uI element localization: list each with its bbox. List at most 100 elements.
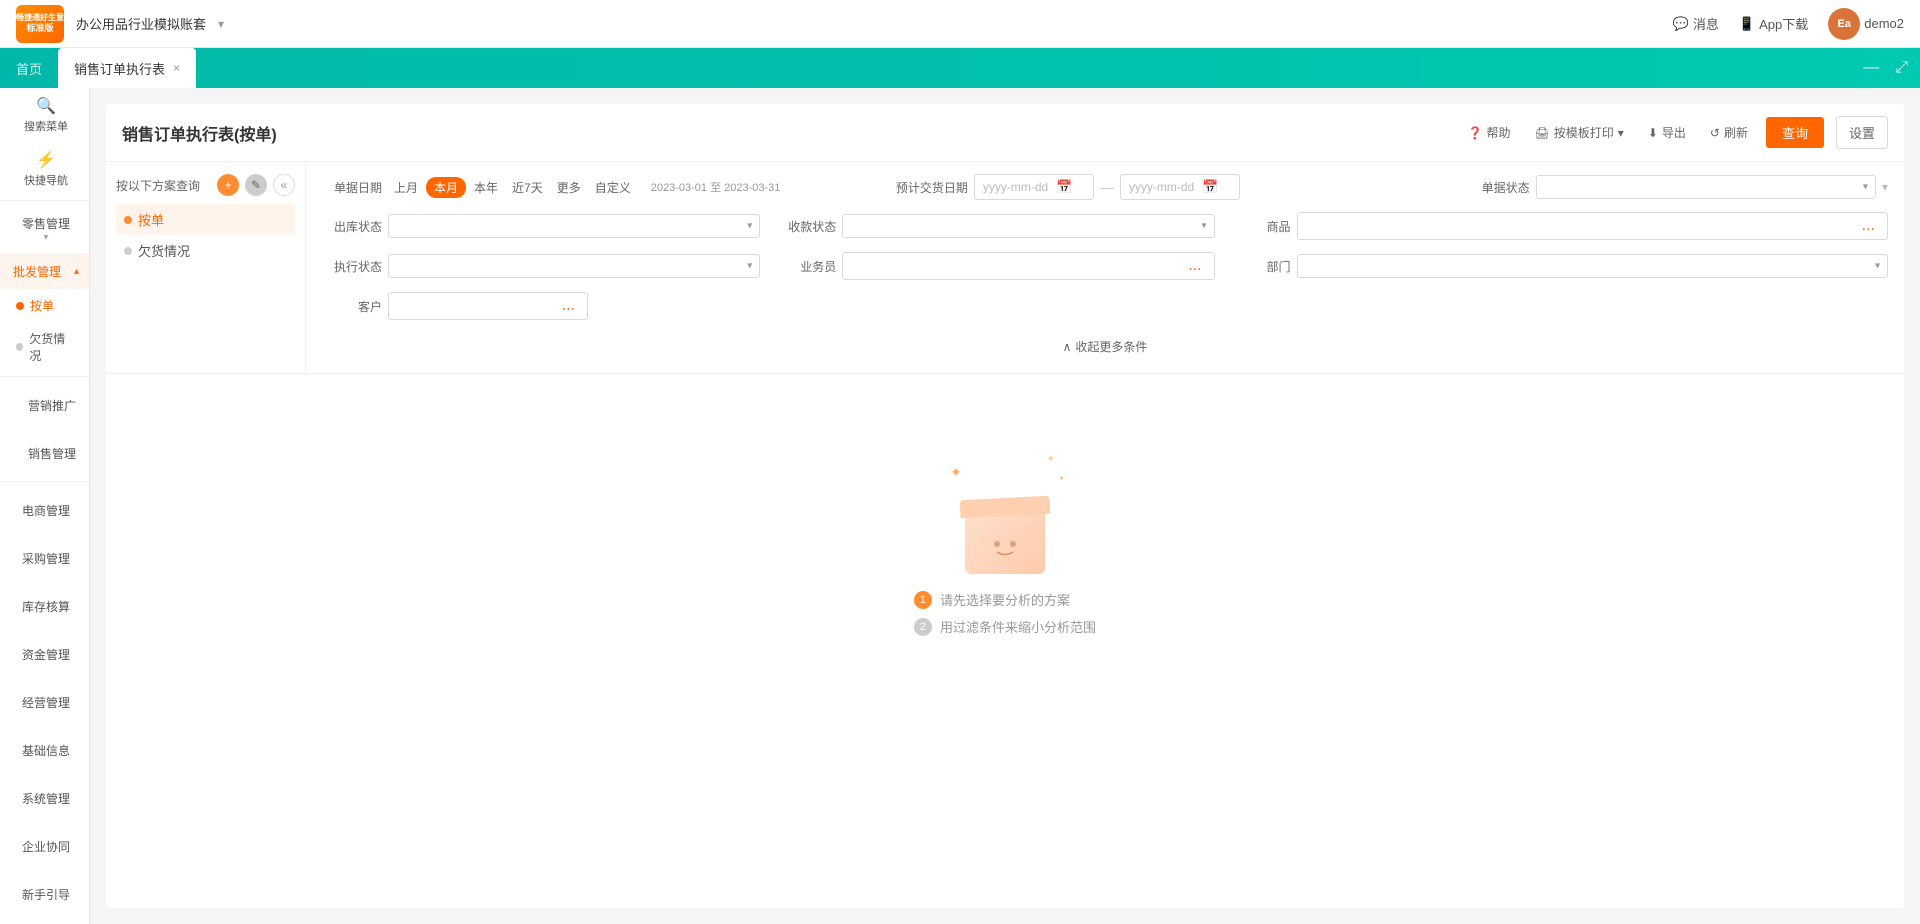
empty-box-body xyxy=(965,509,1045,574)
tab-home[interactable]: 首页 xyxy=(0,48,58,88)
goods-group: 商品 ... xyxy=(1231,212,1888,240)
app-download-btn[interactable]: 📱 App下载 xyxy=(1739,14,1808,33)
customer-input-wrapper: ... xyxy=(388,292,588,320)
sidebar-item-operation[interactable]: 经营管理 xyxy=(0,678,89,726)
date-tab-this-year[interactable]: 本年 xyxy=(468,177,504,198)
page-header: 销售订单执行表(按单) ❓ 帮助 🖨 按模板打印 ▾ ⬇ 导出 ↺ 刷新 xyxy=(106,104,1904,162)
export-btn[interactable]: ⬇ 导出 xyxy=(1642,120,1692,145)
sidebar: 🔍 搜索菜单 ⚡ 快捷导航 零售管理 ▾ 批发管理 ▴ 按单 欠货情况 营销推广… xyxy=(0,88,90,924)
box-face-svg xyxy=(980,522,1030,562)
message-icon: 💬 xyxy=(1673,16,1689,32)
empty-illustration: ✦ ✦ ✦ xyxy=(940,454,1070,574)
top-bar: 畅捷通好生意 标准版 办公用品行业模拟账套 ▾ 💬 消息 📱 App下载 Ea … xyxy=(0,0,1920,48)
print-icon: 🖨 xyxy=(1535,126,1550,140)
department-label: 部门 xyxy=(1231,258,1291,275)
tab-maximize-btn[interactable]: ⤢ xyxy=(1891,55,1912,81)
tab-close-btn[interactable]: × xyxy=(173,62,180,74)
receipt-status-select-wrapper xyxy=(842,214,1214,238)
filter-nav-press[interactable]: 按单 xyxy=(116,204,295,235)
filter-nav-dot-press xyxy=(124,216,132,224)
collapse-row: ∧ 收起更多条件 xyxy=(322,332,1888,361)
main-content: 销售订单执行表(按单) ❓ 帮助 🖨 按模板打印 ▾ ⬇ 导出 ↺ 刷新 xyxy=(90,88,1920,924)
search-icon: 🔍 xyxy=(36,96,56,116)
receipt-status-group: 收款状态 xyxy=(776,214,1214,238)
doc-status-label: 单据状态 xyxy=(1470,179,1530,196)
sidebar-item-ecommerce[interactable]: 电商管理 xyxy=(0,486,89,534)
tab-bar-actions: — ⤢ xyxy=(1859,55,1920,81)
date-tab-this-month[interactable]: 本月 xyxy=(426,177,466,198)
sidebar-item-enterprise[interactable]: 企业协同 xyxy=(0,822,89,870)
filter-nav-debt[interactable]: 欠货情况 xyxy=(116,235,295,266)
calendar-icon-2: 📅 xyxy=(1202,179,1218,195)
avatar: Ea xyxy=(1828,8,1860,40)
sidebar-item-basic[interactable]: 基础信息 xyxy=(0,726,89,774)
sidebar-divider-3 xyxy=(0,481,89,482)
sidebar-item-inventory[interactable]: 库存核算 xyxy=(0,582,89,630)
print-btn[interactable]: 🖨 按模板打印 ▾ xyxy=(1529,120,1630,145)
salesperson-input-wrapper: ... xyxy=(842,252,1214,280)
sidebar-item-system[interactable]: 系统管理 xyxy=(0,774,89,822)
sidebar-search-menu[interactable]: 🔍 搜索菜单 xyxy=(0,88,89,142)
goods-btn[interactable]: ... xyxy=(1858,217,1879,235)
department-select[interactable] xyxy=(1297,254,1888,278)
filter-row-4: 客户 ... xyxy=(322,292,1888,320)
exec-status-select[interactable] xyxy=(388,254,760,278)
sidebar-sub-item-debt[interactable]: 欠货情况 xyxy=(0,322,89,372)
query-btn[interactable]: 查询 xyxy=(1766,117,1824,148)
expected-date-start[interactable]: yyyy-mm-dd 📅 xyxy=(974,174,1094,200)
filter-collapse-btn[interactable]: « xyxy=(273,174,295,196)
sidebar-item-apps[interactable]: 应用中心 xyxy=(0,918,89,924)
expected-date-group: 预计交货日期 yyyy-mm-dd 📅 — yyyy-mm-dd 📅 xyxy=(896,174,1454,200)
calendar-icon: 📅 xyxy=(1056,179,1072,195)
sidebar-sub-item-press[interactable]: 按单 xyxy=(0,289,89,322)
sidebar-item-sales[interactable]: 销售管理 xyxy=(0,429,89,477)
empty-state: ✦ ✦ ✦ 1 请先选择要分析的方案 2 用过滤条件来缩小分析范围 xyxy=(106,374,1904,724)
sidebar-item-purchase[interactable]: 采购管理 xyxy=(0,534,89,582)
salesperson-btn[interactable]: ... xyxy=(1184,257,1205,275)
sidebar-item-newuser[interactable]: 新手引导 xyxy=(0,870,89,918)
tab-sales-exec[interactable]: 销售订单执行表 × xyxy=(58,48,196,88)
customer-label: 客户 xyxy=(322,298,382,315)
workspace-title: 办公用品行业模拟账套 xyxy=(76,14,206,33)
help-btn[interactable]: ❓ 帮助 xyxy=(1462,120,1517,145)
receipt-status-select[interactable] xyxy=(842,214,1214,238)
date-tab-custom[interactable]: 自定义 xyxy=(589,177,637,198)
particle-1: ✦ xyxy=(950,464,962,481)
filter-add-btn[interactable]: + xyxy=(217,174,239,196)
filter-edit-btn[interactable]: ✎ xyxy=(245,174,267,196)
doc-status-select-wrapper xyxy=(1536,175,1876,199)
settings-btn[interactable]: 设置 xyxy=(1836,116,1888,149)
date-tab-last-month[interactable]: 上月 xyxy=(388,177,424,198)
customer-btn[interactable]: ... xyxy=(558,297,579,315)
out-status-select[interactable] xyxy=(388,214,760,238)
sidebar-quick-nav[interactable]: ⚡ 快捷导航 xyxy=(0,142,89,196)
sidebar-divider-1 xyxy=(0,200,89,201)
workspace-dropdown-icon[interactable]: ▾ xyxy=(218,17,224,31)
tab-bar: 首页 销售订单执行表 × — ⤢ xyxy=(0,48,1920,88)
sidebar-divider-2 xyxy=(0,376,89,377)
brand-logo: 畅捷通好生意 标准版 xyxy=(16,5,64,43)
message-btn[interactable]: 💬 消息 xyxy=(1673,14,1719,33)
sidebar-item-retail[interactable]: 零售管理 ▾ xyxy=(0,205,89,253)
tab-minimize-btn[interactable]: — xyxy=(1859,55,1883,81)
refresh-btn[interactable]: ↺ 刷新 xyxy=(1704,120,1754,145)
filter-right-panel: 单据日期 上月 本月 本年 近7天 更多 自定义 2023-03-01 至 20… xyxy=(306,162,1904,373)
doc-date-label: 单据日期 xyxy=(322,179,382,196)
sidebar-item-finance[interactable]: 资金管理 xyxy=(0,630,89,678)
sidebar-item-marketing[interactable]: 营销推广 xyxy=(0,381,89,429)
user-profile[interactable]: Ea demo2 xyxy=(1828,8,1904,40)
salesperson-group: 业务员 ... xyxy=(776,252,1214,280)
filter-area: 按以下方案查询 + ✎ « 按单 欠货情况 xyxy=(106,162,1904,374)
exec-status-label: 执行状态 xyxy=(322,258,382,275)
department-group: 部门 xyxy=(1231,254,1888,278)
doc-status-select[interactable] xyxy=(1536,175,1876,199)
empty-hint-1: 1 请先选择要分析的方案 xyxy=(914,590,1096,609)
top-bar-right: 💬 消息 📱 App下载 Ea demo2 xyxy=(1673,8,1904,40)
collapse-conditions-btn[interactable]: ∧ 收起更多条件 xyxy=(1063,338,1148,355)
expected-date-label: 预计交货日期 xyxy=(896,179,968,196)
date-tab-7days[interactable]: 近7天 xyxy=(506,177,549,198)
help-icon: ❓ xyxy=(1468,126,1483,140)
date-tab-more[interactable]: 更多 xyxy=(551,177,587,198)
expected-date-end[interactable]: yyyy-mm-dd 📅 xyxy=(1120,174,1240,200)
sidebar-item-wholesale[interactable]: 批发管理 ▴ xyxy=(0,253,89,289)
